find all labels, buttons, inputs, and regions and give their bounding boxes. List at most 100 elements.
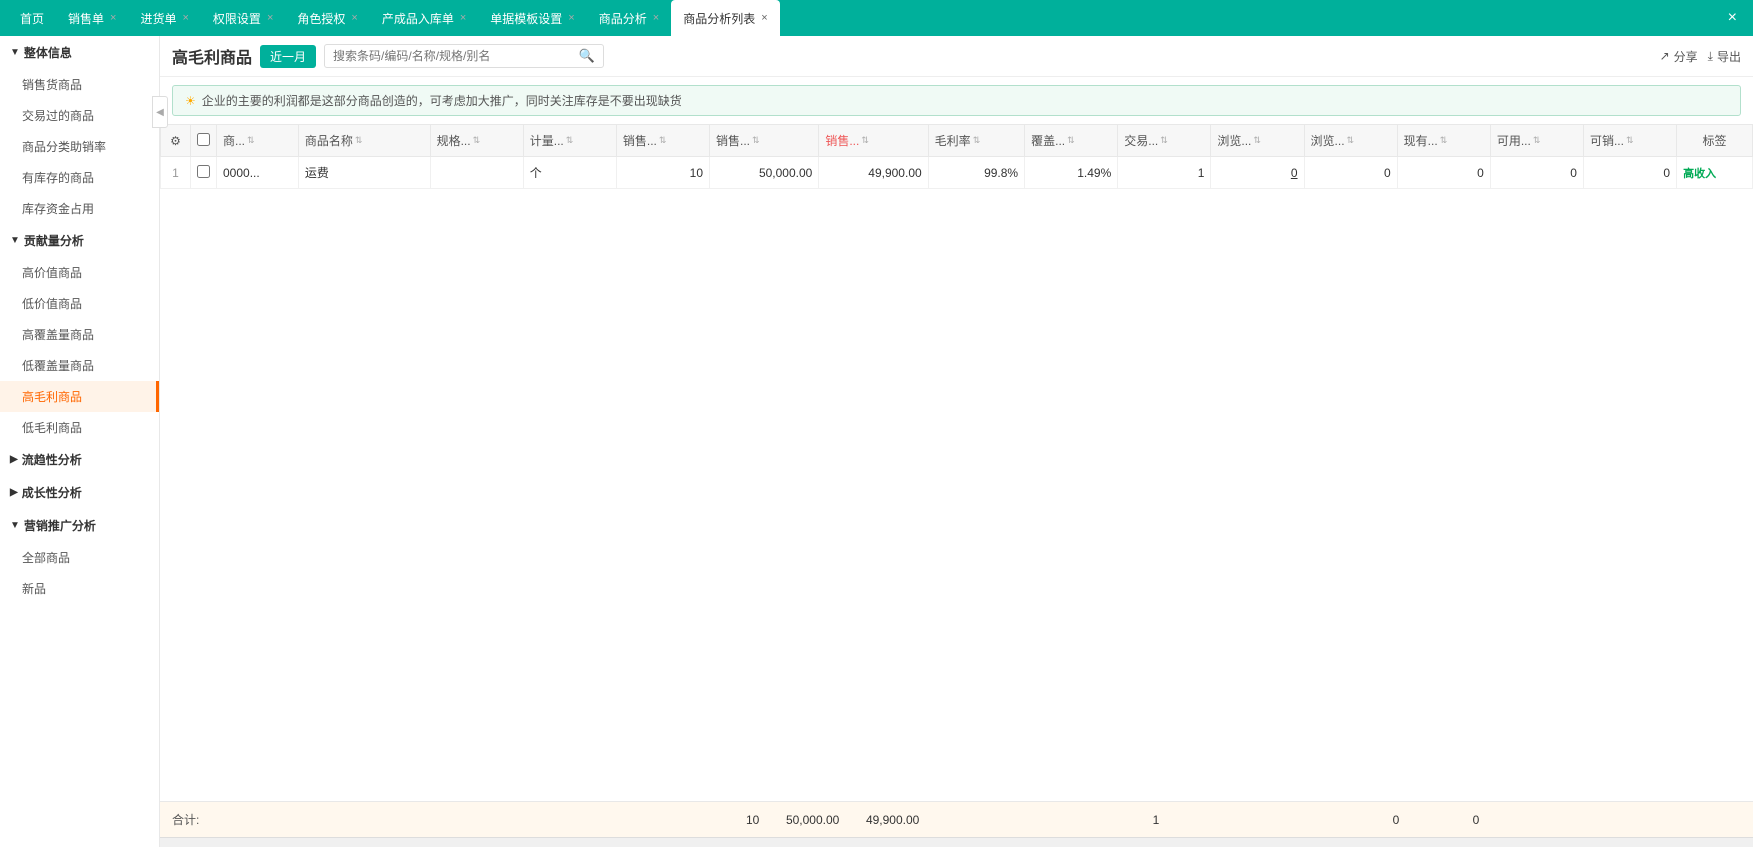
close-icon[interactable]: × <box>267 12 273 24</box>
sidebar-item-high-margin[interactable]: 高毛利商品 <box>0 381 159 412</box>
sidebar-item-traded-goods[interactable]: 交易过的商品 <box>0 100 159 131</box>
col-transactions[interactable]: 交易... ⇅ <box>1118 125 1211 157</box>
tip-bar: ☀ 企业的主要的利润都是这部分商品创造的，可考虑加大推广，同时关注库存是不要出现… <box>172 85 1741 116</box>
top-nav: 首页 销售单 × 进货单 × 权限设置 × 角色授权 × 产成品入库单 × 单据… <box>0 0 1753 36</box>
nav-item-home[interactable]: 首页 <box>8 0 56 36</box>
col-sales1[interactable]: 销售... ⇅ <box>616 125 709 157</box>
col-unit[interactable]: 计量... ⇅ <box>523 125 616 157</box>
col-tag: 标签 <box>1677 125 1753 157</box>
col-gross-rate[interactable]: 毛利率 ⇅ <box>928 125 1024 157</box>
sidebar-item-low-value[interactable]: 低价值商品 <box>0 288 159 319</box>
horizontal-scrollbar[interactable] <box>160 837 1753 847</box>
export-button[interactable]: ⤓ 导出 <box>1708 48 1741 65</box>
close-icon[interactable]: × <box>351 12 357 24</box>
page-title: 高毛利商品 <box>172 44 252 68</box>
row-num: 1 <box>161 157 191 189</box>
col-sales3[interactable]: 销售... ⇅ <box>819 125 928 157</box>
sort-icon: ⇅ <box>355 135 363 146</box>
col-stock2[interactable]: 可用... ⇅ <box>1490 125 1583 157</box>
nav-item-analysis[interactable]: 商品分析 × <box>587 0 671 36</box>
chevron-down-icon: ▼ <box>10 47 20 58</box>
col-browse1[interactable]: 浏览... ⇅ <box>1211 125 1304 157</box>
sidebar-item-in-stock[interactable]: 有库存的商品 <box>0 162 159 193</box>
sort-icon: ⇅ <box>861 135 869 146</box>
sidebar-item-all-goods[interactable]: 全部商品 <box>0 542 159 573</box>
share-icon: ↗ <box>1660 49 1670 63</box>
sort-icon: ⇅ <box>566 135 574 146</box>
row-code: 0000... <box>217 157 299 189</box>
sidebar-item-sales-goods[interactable]: 销售货商品 <box>0 69 159 100</box>
chevron-down-icon: ▼ <box>10 520 20 531</box>
row-transactions: 1 <box>1118 157 1211 189</box>
close-icon[interactable]: × <box>460 12 466 24</box>
close-icon[interactable]: × <box>182 12 188 24</box>
select-all-checkbox[interactable] <box>197 133 210 146</box>
col-spec[interactable]: 规格... ⇅ <box>430 125 523 157</box>
row-sales2: 50,000.00 <box>710 157 819 189</box>
sidebar-item-low-coverage[interactable]: 低覆盖量商品 <box>0 350 159 381</box>
row-sales3: 49,900.00 <box>819 157 928 189</box>
nav-item-analysis-list[interactable]: 商品分析列表 × <box>671 0 779 36</box>
sidebar-group-overall[interactable]: ▼ 整体信息 <box>0 36 159 69</box>
close-icon[interactable]: × <box>761 12 767 24</box>
row-browse1[interactable]: 0 <box>1211 157 1304 189</box>
sidebar-item-category-rate[interactable]: 商品分类助销率 <box>0 131 159 162</box>
settings-icon[interactable]: ⚙ <box>170 134 181 148</box>
sidebar-item-high-coverage[interactable]: 高覆盖量商品 <box>0 319 159 350</box>
row-gross-rate: 99.8% <box>928 157 1024 189</box>
date-filter-button[interactable]: 近一月 <box>260 45 316 68</box>
nav-close-all-button[interactable]: × <box>1720 9 1745 27</box>
search-box: 🔍 <box>324 44 604 68</box>
col-sales2[interactable]: 销售... ⇅ <box>710 125 819 157</box>
sidebar-item-new-goods[interactable]: 新品 <box>0 573 159 604</box>
col-stock3[interactable]: 可销... ⇅ <box>1583 125 1676 157</box>
sort-icon: ⇅ <box>1626 135 1634 146</box>
data-table: ⚙ 商... ⇅ 商品名称 <box>160 124 1753 189</box>
footer-stock2: 0 <box>1409 813 1489 827</box>
search-input[interactable] <box>333 49 579 63</box>
nav-item-production[interactable]: 产成品入库单 × <box>370 0 478 36</box>
nav-item-sales[interactable]: 销售单 × <box>56 0 128 36</box>
col-checkbox[interactable] <box>191 125 217 157</box>
chevron-down-icon: ▼ <box>10 235 20 246</box>
row-checkbox-cell[interactable] <box>191 157 217 189</box>
sidebar-group-growth[interactable]: ▶ 成长性分析 <box>0 476 159 509</box>
footer-sales3: 49,900.00 <box>849 813 929 827</box>
sidebar-group-trend[interactable]: ▶ 流趋性分析 <box>0 443 159 476</box>
footer-total: 合计: 10 50,000.00 49,900.00 1 0 0 <box>160 801 1753 837</box>
sidebar-group-marketing[interactable]: ▼ 营销推广分析 <box>0 509 159 542</box>
row-coverage: 1.49% <box>1025 157 1118 189</box>
col-name[interactable]: 商品名称 ⇅ <box>298 125 430 157</box>
tip-icon: ☀ <box>185 94 196 108</box>
sort-icon: ⇅ <box>1067 135 1075 146</box>
sidebar-group-contribution[interactable]: ▼ 贡献量分析 <box>0 224 159 257</box>
sidebar-item-low-margin[interactable]: 低毛利商品 <box>0 412 159 443</box>
search-icon[interactable]: 🔍 <box>579 48 595 64</box>
sort-icon: ⇅ <box>1440 135 1448 146</box>
close-icon[interactable]: × <box>568 12 574 24</box>
table-container: ⚙ 商... ⇅ 商品名称 <box>160 124 1753 801</box>
nav-item-purchase[interactable]: 进货单 × <box>128 0 200 36</box>
table-row: 1 0000... 运费 <box>161 157 1753 189</box>
col-stock1[interactable]: 现有... ⇅ <box>1397 125 1490 157</box>
share-button[interactable]: ↗ 分享 <box>1660 48 1698 65</box>
col-settings[interactable]: ⚙ <box>161 125 191 157</box>
footer-transactions: 1 <box>1089 813 1169 827</box>
col-code[interactable]: 商... ⇅ <box>217 125 299 157</box>
nav-item-template[interactable]: 单据模板设置 × <box>478 0 586 36</box>
sidebar-item-high-value[interactable]: 高价值商品 <box>0 257 159 288</box>
nav-item-roles[interactable]: 角色授权 × <box>285 0 369 36</box>
col-coverage[interactable]: 覆盖... ⇅ <box>1025 125 1118 157</box>
sidebar-collapse-button[interactable]: ◀ <box>152 96 168 128</box>
close-icon[interactable]: × <box>110 12 116 24</box>
col-browse2[interactable]: 浏览... ⇅ <box>1304 125 1397 157</box>
sort-icon: ⇅ <box>247 135 255 146</box>
sidebar-item-stock-capital[interactable]: 库存资金占用 <box>0 193 159 224</box>
close-icon[interactable]: × <box>653 12 659 24</box>
content-area: 高毛利商品 近一月 🔍 ↗ 分享 ⤓ 导出 ☀ 企业的主要的利润都是这部分商品创… <box>160 36 1753 847</box>
export-icon: ⤓ <box>1708 49 1713 64</box>
sort-icon: ⇅ <box>473 135 481 146</box>
nav-item-permissions[interactable]: 权限设置 × <box>201 0 285 36</box>
sidebar: ▼ 整体信息 销售货商品 交易过的商品 商品分类助销率 有库存的商品 库存资金占… <box>0 36 160 847</box>
row-checkbox[interactable] <box>197 165 210 178</box>
